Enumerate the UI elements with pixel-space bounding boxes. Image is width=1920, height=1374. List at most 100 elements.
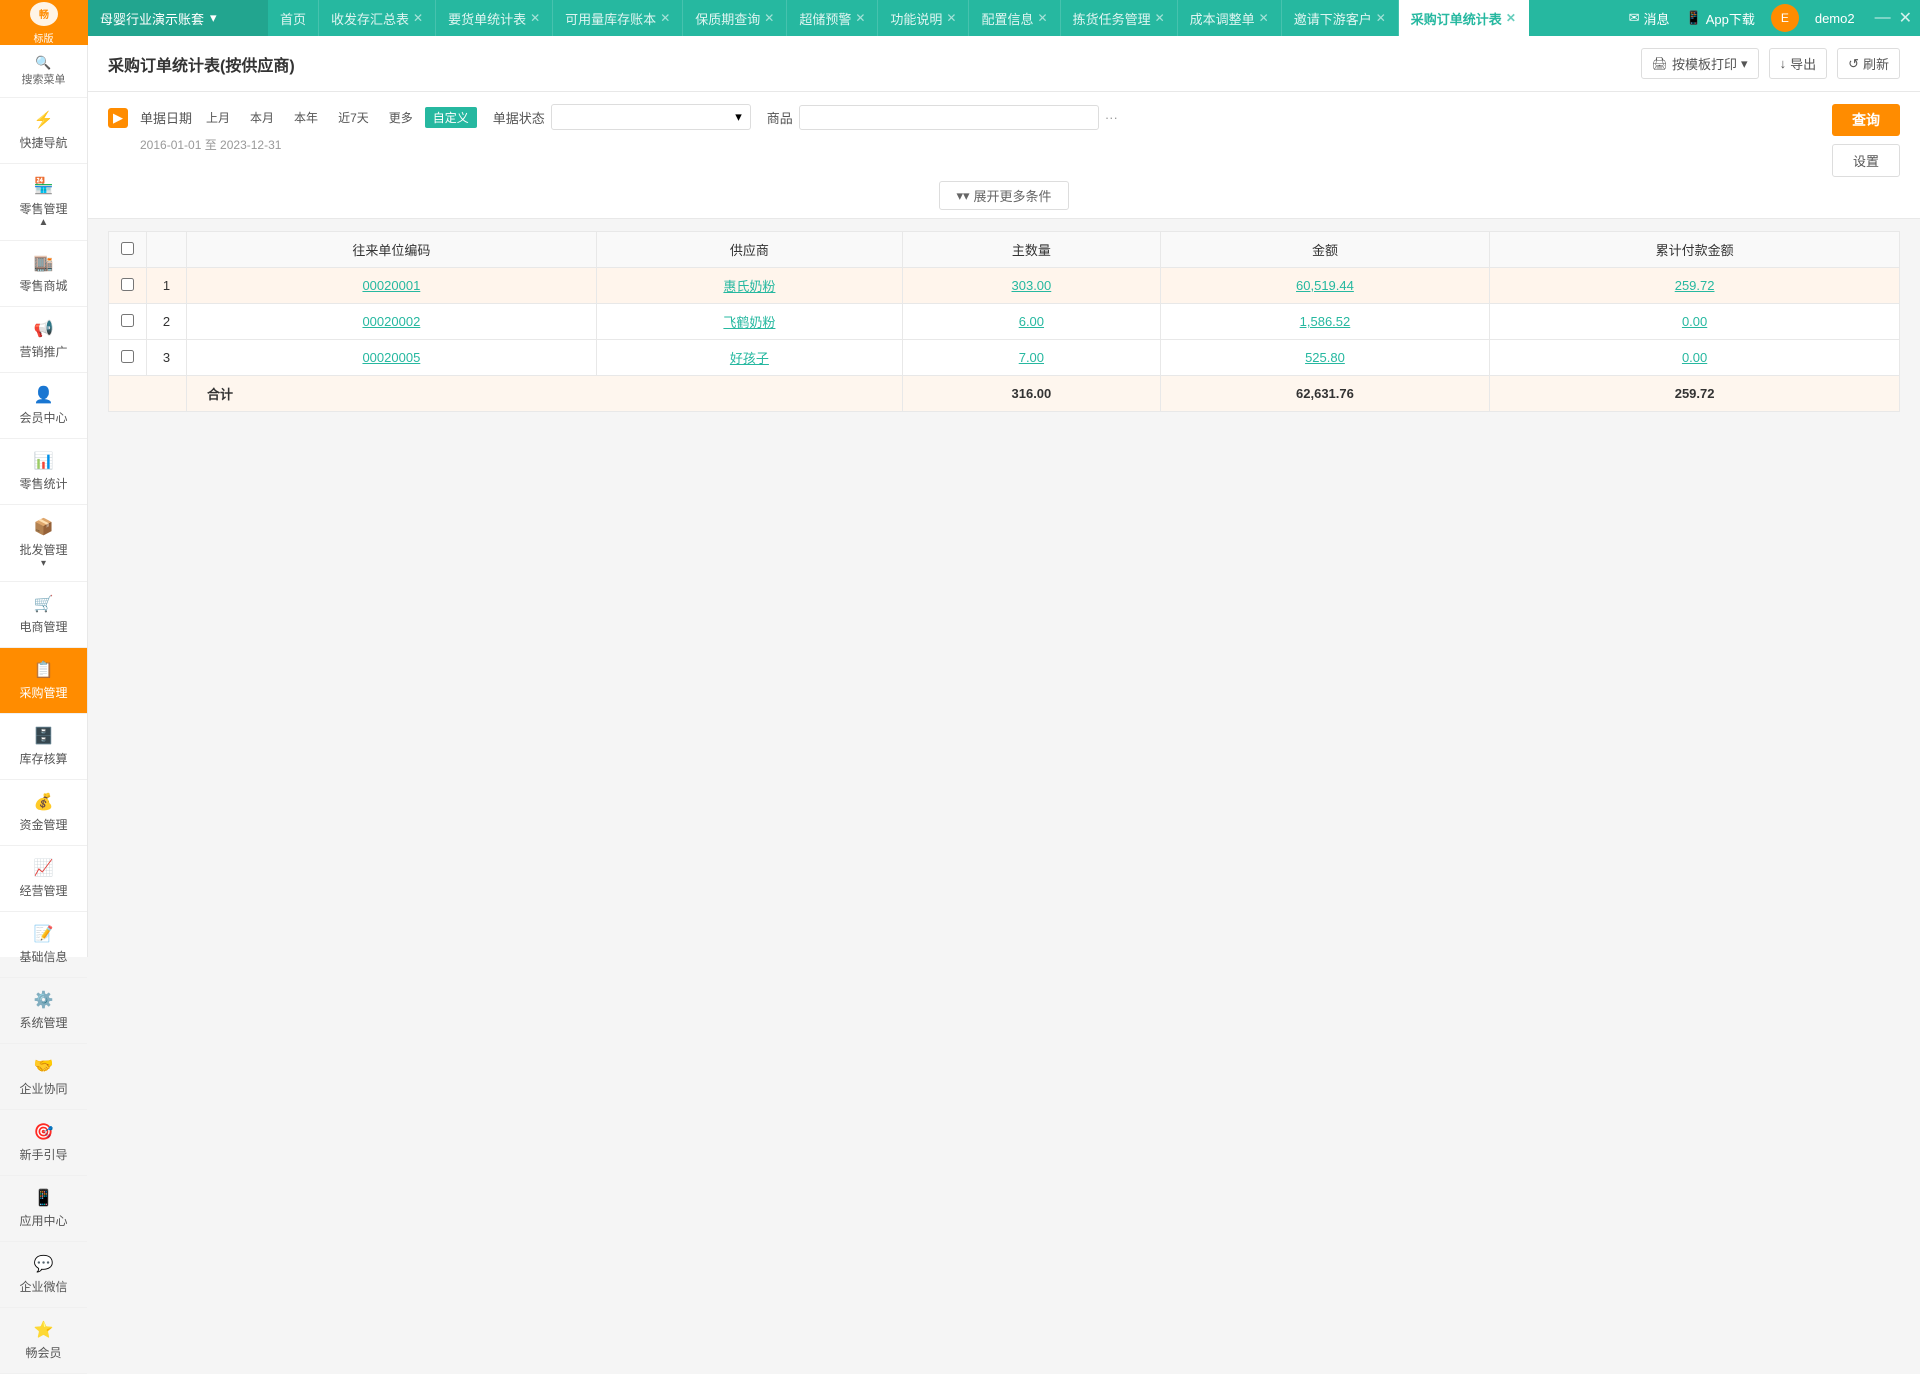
sidebar-item-enterprise-collab[interactable]: 🤝 企业协同 <box>0 1044 87 1110</box>
export-button[interactable]: ↓ 导出 <box>1769 48 1828 79</box>
date-shortcut-last-month[interactable]: 上月 <box>198 107 238 128</box>
sidebar-item-inventory[interactable]: 🗄️ 库存核算 <box>0 714 87 780</box>
tab-close-icon[interactable]: ✕ <box>1376 11 1386 25</box>
date-shortcut-more[interactable]: 更多 <box>381 107 421 128</box>
settings-button[interactable]: 设置 <box>1832 144 1900 177</box>
sidebar-item-basic-info[interactable]: 📝 基础信息 <box>0 912 87 978</box>
paid-amount-link[interactable]: 0.00 <box>1682 314 1707 329</box>
main-qty-link[interactable]: 7.00 <box>1019 350 1044 365</box>
tab-close-icon[interactable]: ✕ <box>946 11 956 25</box>
unit-code-link[interactable]: 00020001 <box>362 278 420 293</box>
sidebar-item-marketing[interactable]: 📢 营销推广 <box>0 307 87 373</box>
row-amount: 1,586.52 <box>1160 304 1490 340</box>
goods-filter: 商品 ··· <box>767 105 1118 130</box>
supplier-link[interactable]: 好孩子 <box>730 351 769 366</box>
row-select-checkbox[interactable] <box>121 278 134 291</box>
tab-pick-task[interactable]: 拣货任务管理 ✕ <box>1061 0 1178 36</box>
sidebar-item-retail-mall[interactable]: 🏬 零售商城 <box>0 241 87 307</box>
sidebar-item-retail-stats[interactable]: 📊 零售统计 <box>0 439 87 505</box>
unit-code-link[interactable]: 00020002 <box>362 314 420 329</box>
tab-warranty-query[interactable]: 保质期查询 ✕ <box>683 0 787 36</box>
sidebar-item-wholesale[interactable]: 📦 批发管理 ▾ <box>0 505 87 582</box>
tab-close-icon[interactable]: ✕ <box>764 11 774 25</box>
print-button[interactable]: 🖨 按模板打印 ▾ <box>1641 48 1759 79</box>
supplier-link[interactable]: 飞鹤奶粉 <box>723 315 775 330</box>
tab-invite-downstream[interactable]: 邀请下游客户 ✕ <box>1282 0 1399 36</box>
app-download-button[interactable]: 📱 App下载 <box>1686 9 1755 28</box>
tab-close-icon[interactable]: ✕ <box>413 11 423 25</box>
tab-cost-adjust-label: 成本调整单 <box>1190 9 1255 28</box>
app-download-icon: 📱 <box>1686 10 1702 26</box>
tab-order-summary[interactable]: 要货单统计表 ✕ <box>436 0 553 36</box>
row-select-checkbox[interactable] <box>121 350 134 363</box>
tab-close-icon[interactable]: ✕ <box>530 11 540 25</box>
tab-purchase-summary-label: 采购订单统计表 <box>1411 9 1502 28</box>
expand-button[interactable]: ▾▾ 展开更多条件 <box>939 181 1068 210</box>
tab-purchase-summary[interactable]: 采购订单统计表 ✕ <box>1399 0 1529 36</box>
unit-code-link[interactable]: 00020005 <box>362 350 420 365</box>
sidebar-item-ecommerce[interactable]: 🛒 电商管理 <box>0 582 87 648</box>
summary-label: 合计 <box>187 376 903 412</box>
filter-toggle-button[interactable]: ▶ <box>108 108 128 128</box>
sidebar-item-retail[interactable]: 🏪 零售管理 ▲ <box>0 164 87 241</box>
window-close-icon[interactable]: ✕ <box>1899 8 1912 28</box>
tab-function-desc[interactable]: 功能说明 ✕ <box>878 0 969 36</box>
tab-cost-adjust[interactable]: 成本调整单 ✕ <box>1178 0 1282 36</box>
sidebar-item-app-center[interactable]: 📱 应用中心 <box>0 1176 87 1242</box>
paid-amount-link[interactable]: 0.00 <box>1682 350 1707 365</box>
amount-link[interactable]: 1,586.52 <box>1300 314 1351 329</box>
main-qty-link[interactable]: 303.00 <box>1012 278 1052 293</box>
header-row: 往来单位编码 供应商 主数量 金额 累计付款金额 <box>109 232 1900 268</box>
tab-close-icon[interactable]: ✕ <box>1038 11 1048 25</box>
sidebar-item-quick-nav[interactable]: ⚡ 快捷导航 <box>0 98 87 164</box>
date-shortcut-7days[interactable]: 近7天 <box>330 107 377 128</box>
sidebar-item-search[interactable]: 🔍 搜索菜单 <box>0 45 87 98</box>
user-name: demo2 <box>1815 11 1855 26</box>
date-shortcut-this-year[interactable]: 本年 <box>286 107 326 128</box>
workspace-selector[interactable]: 母婴行业演示账套 ▾ <box>88 0 268 36</box>
sidebar-item-purchase[interactable]: 📋 采购管理 <box>0 648 87 714</box>
supplier-link[interactable]: 惠氏奶粉 <box>723 279 775 294</box>
top-navigation: 母婴行业演示账套 ▾ 首页 收发存汇总表 ✕ 要货单统计表 ✕ 可用量库存账本 … <box>88 0 1920 36</box>
date-range-display: 2016-01-01 至 2023-12-31 <box>140 136 1810 153</box>
paid-amount-link[interactable]: 259.72 <box>1675 278 1715 293</box>
message-button[interactable]: ✉ 消息 <box>1629 9 1670 28</box>
tab-available-stock[interactable]: 可用量库存账本 ✕ <box>553 0 683 36</box>
row-select-checkbox[interactable] <box>121 314 134 327</box>
table-body: 1 00020001 惠氏奶粉 303.00 60,519.44 <box>109 268 1900 376</box>
goods-input[interactable] <box>799 105 1099 130</box>
user-avatar[interactable]: E <box>1771 4 1799 32</box>
quick-nav-icon: ⚡ <box>34 110 54 130</box>
tab-close-icon[interactable]: ✕ <box>1259 11 1269 25</box>
main-qty-link[interactable]: 6.00 <box>1019 314 1044 329</box>
tab-config-info[interactable]: 配置信息 ✕ <box>969 0 1060 36</box>
select-all-checkbox[interactable] <box>121 242 134 255</box>
sidebar-item-new-guide[interactable]: 🎯 新手引导 <box>0 1110 87 1176</box>
tab-receive-summary[interactable]: 收发存汇总表 ✕ <box>319 0 436 36</box>
sidebar-item-system[interactable]: ⚙️ 系统管理 <box>0 978 87 1044</box>
amount-link[interactable]: 525.80 <box>1305 350 1345 365</box>
status-select[interactable]: ▾ <box>551 104 751 130</box>
sidebar-item-finance[interactable]: 💰 资金管理 <box>0 780 87 846</box>
date-custom-badge[interactable]: 自定义 <box>425 107 477 128</box>
sidebar-item-operations[interactable]: 📈 经营管理 <box>0 846 87 912</box>
tab-close-icon[interactable]: ✕ <box>855 11 865 25</box>
tab-close-icon[interactable]: ✕ <box>660 11 670 25</box>
tab-home[interactable]: 首页 <box>268 0 319 36</box>
date-shortcut-this-month[interactable]: 本月 <box>242 107 282 128</box>
sidebar-item-member[interactable]: 👤 会员中心 <box>0 373 87 439</box>
sidebar-item-member2[interactable]: ⭐ 畅会员 <box>0 1308 87 1374</box>
query-button[interactable]: 查询 <box>1832 104 1900 136</box>
tab-close-icon[interactable]: ✕ <box>1506 11 1516 25</box>
tab-close-icon[interactable]: ✕ <box>1155 11 1165 25</box>
marketing-icon: 📢 <box>34 319 54 339</box>
goods-more-icon[interactable]: ··· <box>1105 110 1118 125</box>
app-logo[interactable]: 畅 标版 <box>0 0 88 45</box>
tab-overstock-alert[interactable]: 超储预警 ✕ <box>787 0 878 36</box>
window-minimize-icon[interactable]: — <box>1875 9 1891 27</box>
search-icon: 🔍 <box>35 55 51 71</box>
amount-link[interactable]: 60,519.44 <box>1296 278 1354 293</box>
refresh-button[interactable]: ↺ 刷新 <box>1837 48 1900 79</box>
tab-warranty-query-label: 保质期查询 <box>695 9 760 28</box>
sidebar-item-enterprise-wechat[interactable]: 💬 企业微信 <box>0 1242 87 1308</box>
